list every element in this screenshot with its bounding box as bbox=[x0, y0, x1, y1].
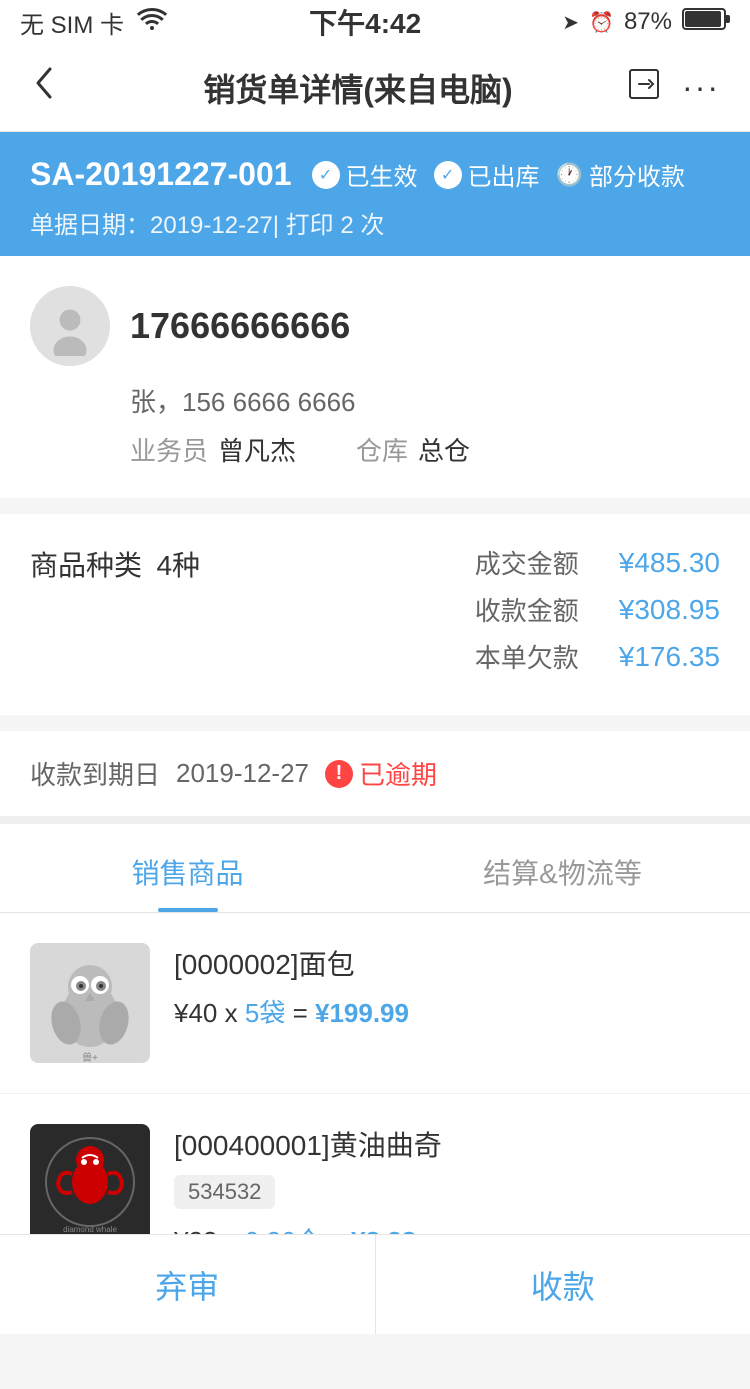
warehouse-item: 仓库 总仓 bbox=[356, 431, 470, 468]
customer-name-info: 张，156 6666 6666 bbox=[130, 382, 720, 419]
customer-avatar bbox=[30, 286, 110, 366]
customer-meta: 业务员 曾凡杰 仓库 总仓 bbox=[130, 431, 720, 468]
svg-text:兽+: 兽+ bbox=[82, 1051, 98, 1063]
share-button[interactable] bbox=[626, 66, 662, 110]
page-title: 销货单详情(来自电脑) bbox=[90, 65, 626, 111]
status-right: ➤ ⏰ 87% bbox=[562, 6, 730, 39]
summary-section: 商品种类 4种 成交金额 ¥485.30 收款金额 ¥308.95 本单欠款 ¥… bbox=[0, 514, 750, 715]
battery-icon bbox=[682, 6, 730, 39]
signal-text: 无 SIM 卡 bbox=[20, 5, 124, 40]
product-total-1: ¥199.99 bbox=[315, 998, 409, 1028]
status-partial: 🕐 部分收款 bbox=[556, 157, 685, 192]
check-effected-icon: ✓ bbox=[312, 161, 340, 189]
overdue-icon: ! bbox=[325, 760, 353, 788]
due-date: 2019-12-27 bbox=[176, 758, 309, 789]
nav-bar: 销货单详情(来自电脑) ··· bbox=[0, 44, 750, 132]
product-info-1: [0000002]面包 ¥40 x 5袋 = ¥199.99 bbox=[174, 943, 720, 1030]
battery-level: 87% bbox=[624, 8, 672, 36]
header-banner: SA-20191227-001 ✓ 已生效 ✓ 已出库 🕐 部分收款 单据日期：… bbox=[0, 132, 750, 256]
product-name-2: [000400001]黄油曲奇 bbox=[174, 1124, 720, 1164]
salesperson-label: 业务员 bbox=[130, 431, 208, 468]
product-qty-1: 5袋 bbox=[245, 998, 285, 1028]
clock-icon: 🕐 bbox=[556, 162, 583, 188]
product-name-1: [0000002]面包 bbox=[174, 943, 720, 983]
customer-phone: 17666666666 bbox=[130, 305, 350, 347]
warehouse-value: 总仓 bbox=[418, 431, 470, 468]
customer-top: 17666666666 bbox=[30, 286, 720, 366]
debt-row: 本单欠款 ¥176.35 bbox=[475, 638, 720, 675]
confirm-button[interactable]: 收款 bbox=[376, 1235, 750, 1334]
deal-amount-label: 成交金额 bbox=[475, 544, 579, 581]
status-effected: ✓ 已生效 bbox=[312, 157, 418, 192]
product-image-2: diamond whale bbox=[30, 1124, 150, 1244]
time-display: 下午4:42 bbox=[309, 2, 421, 42]
due-label: 收款到期日 bbox=[30, 755, 160, 792]
receipt-amount-value: ¥308.95 bbox=[619, 594, 720, 626]
product-batch-2: 534532 bbox=[174, 1175, 275, 1209]
cancel-button[interactable]: 弃审 bbox=[0, 1235, 376, 1334]
warehouse-label: 仓库 bbox=[356, 431, 408, 468]
tab-sales-products[interactable]: 销售商品 bbox=[0, 824, 375, 912]
status-shipped: ✓ 已出库 bbox=[434, 157, 540, 192]
nav-actions: ··· bbox=[626, 66, 720, 110]
wifi-icon bbox=[136, 8, 168, 37]
product-item-1: 兽+ [0000002]面包 ¥40 x 5袋 = ¥199.99 bbox=[0, 913, 750, 1094]
debt-value: ¥176.35 bbox=[619, 641, 720, 673]
tab-settlement[interactable]: 结算&物流等 bbox=[375, 824, 750, 912]
overdue-badge: ! 已逾期 bbox=[325, 755, 437, 792]
overdue-text: 已逾期 bbox=[359, 755, 437, 792]
product-price-1: ¥40 x 5袋 = ¥199.99 bbox=[174, 993, 720, 1030]
bottom-bar: 弃审 收款 bbox=[0, 1234, 750, 1334]
salesperson-item: 业务员 曾凡杰 bbox=[130, 431, 296, 468]
back-button[interactable] bbox=[30, 61, 90, 114]
summary-right: 成交金额 ¥485.30 收款金额 ¥308.95 本单欠款 ¥176.35 bbox=[475, 544, 720, 685]
salesperson-value: 曾凡杰 bbox=[218, 431, 296, 468]
more-button[interactable]: ··· bbox=[682, 69, 720, 106]
order-id: SA-20191227-001 bbox=[30, 156, 292, 193]
product-type-row: 商品种类 4种 bbox=[30, 544, 200, 584]
products-section: 兽+ [0000002]面包 ¥40 x 5袋 = ¥199.99 bbox=[0, 913, 750, 1289]
status-bar: 无 SIM 卡 下午4:42 ➤ ⏰ 87% bbox=[0, 0, 750, 44]
banner-sub: 单据日期：2019-12-27| 打印 2 次 bbox=[30, 205, 720, 240]
status-tags: ✓ 已生效 ✓ 已出库 🕐 部分收款 bbox=[312, 157, 685, 192]
alarm-icon: ⏰ bbox=[589, 10, 614, 35]
due-section: 收款到期日 2019-12-27 ! 已逾期 bbox=[0, 731, 750, 824]
debt-label: 本单欠款 bbox=[475, 638, 579, 675]
receipt-amount-label: 收款金额 bbox=[475, 591, 579, 628]
summary-left: 商品种类 4种 bbox=[30, 544, 200, 590]
svg-text:diamond whale: diamond whale bbox=[63, 1225, 117, 1234]
banner-top: SA-20191227-001 ✓ 已生效 ✓ 已出库 🕐 部分收款 bbox=[30, 156, 720, 193]
deal-amount-value: ¥485.30 bbox=[619, 547, 720, 579]
customer-section: 17666666666 张，156 6666 6666 业务员 曾凡杰 仓库 总… bbox=[0, 256, 750, 498]
check-shipped-icon: ✓ bbox=[434, 161, 462, 189]
tabs-section: 销售商品 结算&物流等 bbox=[0, 824, 750, 913]
product-image-1: 兽+ bbox=[30, 943, 150, 1063]
deal-amount-row: 成交金额 ¥485.30 bbox=[475, 544, 720, 581]
status-left: 无 SIM 卡 bbox=[20, 5, 168, 40]
location-icon: ➤ bbox=[562, 10, 579, 35]
receipt-amount-row: 收款金额 ¥308.95 bbox=[475, 591, 720, 628]
